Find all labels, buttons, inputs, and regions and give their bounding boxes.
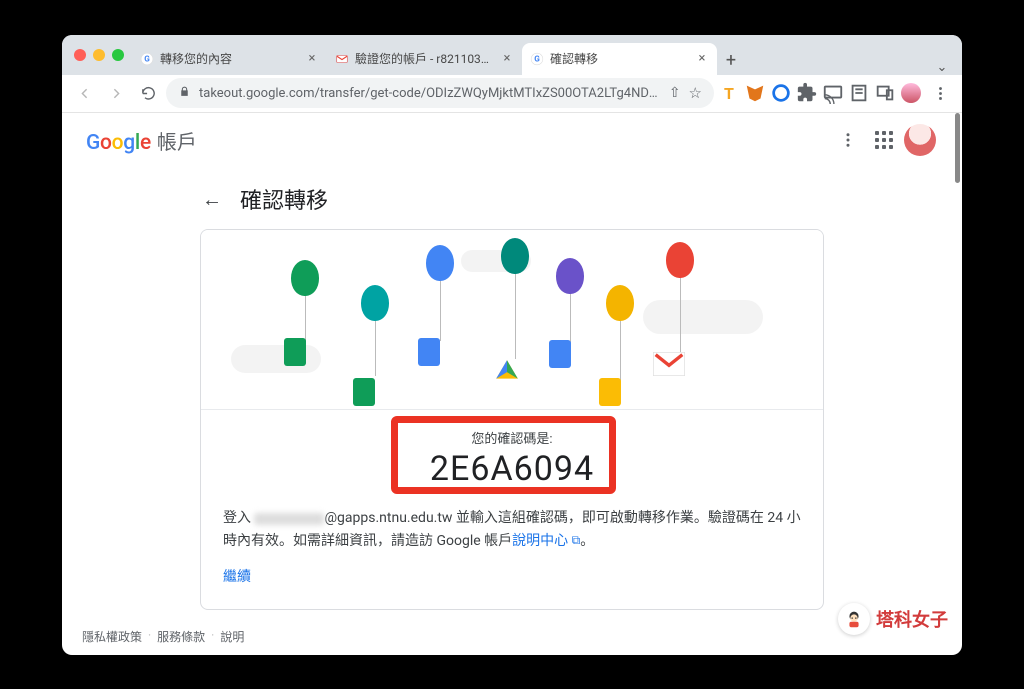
minimize-window-button[interactable] <box>93 49 105 61</box>
body-email-domain: @gapps.ntnu.edu.tw <box>324 510 452 526</box>
close-window-button[interactable] <box>74 49 86 61</box>
lock-icon <box>178 85 191 102</box>
account-avatar[interactable] <box>902 122 938 158</box>
tabs-dropdown-icon[interactable]: ⌄ <box>930 60 954 75</box>
tab-3-active[interactable]: G 確認轉移 × <box>522 43 717 75</box>
confirmation-card: 您的確認碼是: 2E6A6094 登入 @gapps.ntnu.edu.tw 並… <box>200 229 824 609</box>
svg-text:G: G <box>534 53 540 63</box>
scrollbar-thumb[interactable] <box>955 113 960 183</box>
browser-toolbar: takeout.google.com/transfer/get-code/ODI… <box>62 75 962 113</box>
profile-avatar-icon[interactable] <box>900 82 922 104</box>
body-text-suffix: 。 <box>580 533 594 549</box>
gmail-favicon <box>335 52 349 66</box>
page-viewport: Google 帳戶 ← 確認轉移 <box>62 113 962 655</box>
browser-window: G 轉移您的內容 × 驗證您的帳戶 - r821103542@g × G 確認轉… <box>62 35 962 655</box>
body-text-prefix: 登入 <box>223 510 254 526</box>
url-text: takeout.google.com/transfer/get-code/ODI… <box>199 86 661 101</box>
share-icon[interactable]: ⇧ <box>669 85 681 101</box>
svg-text:G: G <box>144 53 150 63</box>
google-apps-icon[interactable] <box>866 122 902 158</box>
continue-link[interactable]: 繼續 <box>223 566 251 588</box>
google-account-logo[interactable]: Google 帳戶 <box>86 126 197 155</box>
new-tab-button[interactable]: + <box>717 47 745 75</box>
extensions-puzzle-icon[interactable] <box>796 82 818 104</box>
page-footer: 隱私權政策 · 服務條款 · 說明 <box>62 618 962 655</box>
help-center-link[interactable]: 說明中心 ⧉ <box>512 533 580 549</box>
watermark-icon <box>838 603 870 635</box>
close-tab-icon[interactable]: × <box>500 51 514 66</box>
code-label: 您的確認碼是: <box>211 428 813 447</box>
terms-link[interactable]: 服務條款 <box>157 628 205 645</box>
page-subheader: ← 確認轉移 <box>200 169 824 229</box>
tab-2[interactable]: 驗證您的帳戶 - r821103542@g × <box>327 43 522 75</box>
main-content: ← 確認轉移 <box>182 169 842 617</box>
extension-t-icon[interactable]: T <box>718 82 740 104</box>
star-icon[interactable]: ☆ <box>689 84 702 102</box>
tab-title: 驗證您的帳戶 - r821103542@g <box>355 50 494 67</box>
watermark: 塔科女子 <box>838 603 948 635</box>
address-bar[interactable]: takeout.google.com/transfer/get-code/ODI… <box>166 78 714 108</box>
watermark-text: 塔科女子 <box>876 606 948 632</box>
close-tab-icon[interactable]: × <box>695 51 709 66</box>
tab-1[interactable]: G 轉移您的內容 × <box>132 43 327 75</box>
privacy-link[interactable]: 隱私權政策 <box>82 628 142 645</box>
fullscreen-window-button[interactable] <box>112 49 124 61</box>
forward-button[interactable] <box>102 79 130 107</box>
tab-title: 確認轉移 <box>550 50 689 67</box>
tab-title: 轉移您的內容 <box>160 50 299 67</box>
google-favicon: G <box>140 52 154 66</box>
extension-metamask-icon[interactable] <box>744 82 766 104</box>
balloons-illustration <box>201 230 823 410</box>
redacted-email-user <box>254 513 324 525</box>
reader-icon[interactable] <box>848 82 870 104</box>
browser-menu-icon[interactable] <box>926 79 954 107</box>
google-favicon: G <box>530 52 544 66</box>
account-label: 帳戶 <box>157 126 197 155</box>
page-title: 確認轉移 <box>240 183 328 215</box>
code-section: 您的確認碼是: 2E6A6094 <box>201 410 823 499</box>
cast-icon[interactable] <box>822 82 844 104</box>
tab-strip: G 轉移您的內容 × 驗證您的帳戶 - r821103542@g × G 確認轉… <box>62 35 962 75</box>
back-button[interactable] <box>70 79 98 107</box>
card-body: 登入 @gapps.ntnu.edu.tw 並輸入這組確認碼，即可啟動轉移作業。… <box>201 499 823 608</box>
header-more-icon[interactable] <box>830 122 866 158</box>
back-arrow-icon[interactable]: ← <box>202 187 222 212</box>
reload-button[interactable] <box>134 79 162 107</box>
google-header: Google 帳戶 <box>62 113 962 170</box>
devices-icon[interactable] <box>874 82 896 104</box>
external-link-icon: ⧉ <box>572 533 581 547</box>
confirmation-code: 2E6A6094 <box>211 449 813 489</box>
help-link[interactable]: 說明 <box>220 628 244 645</box>
window-controls <box>70 35 132 75</box>
close-tab-icon[interactable]: × <box>305 51 319 66</box>
extension-circle-icon[interactable] <box>770 82 792 104</box>
google-logo-text: Google <box>86 131 151 155</box>
